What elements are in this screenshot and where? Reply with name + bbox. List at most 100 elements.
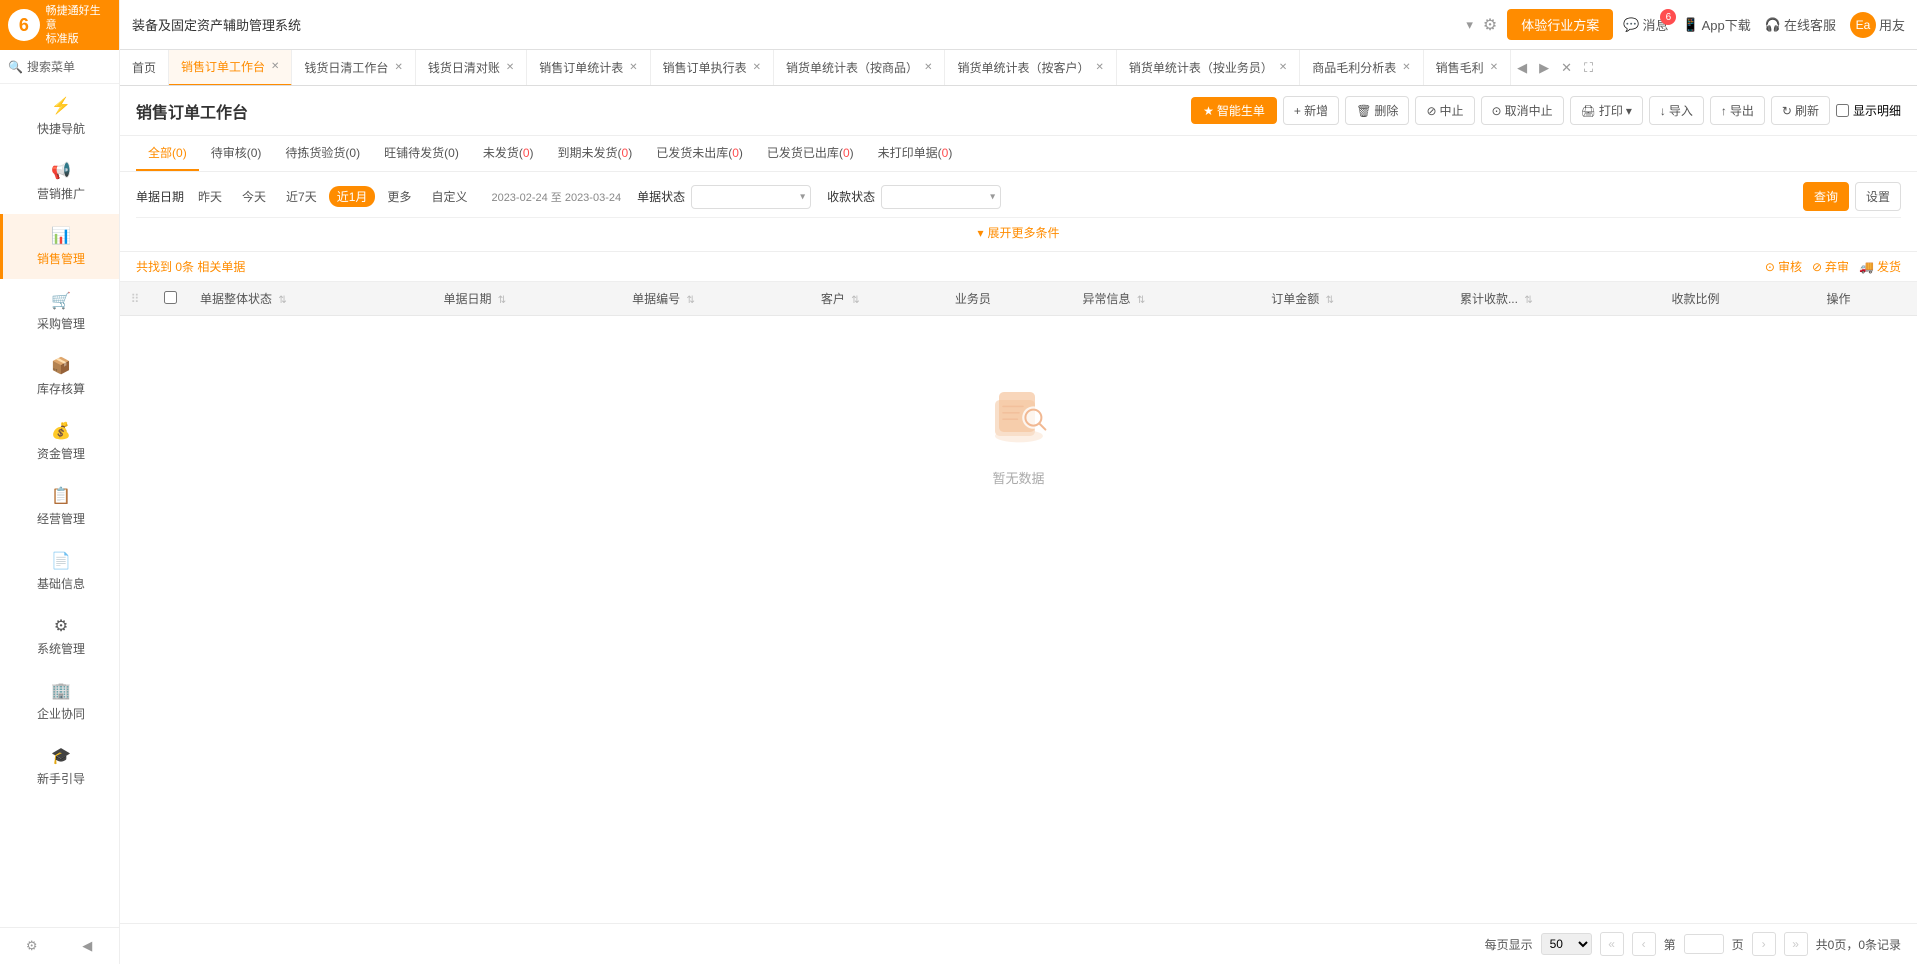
data-table: ⠿ 单据整体状态 ⇅ 单据日期 ⇅ 单据编号 [120, 282, 1917, 316]
date-1month[interactable]: 近1月 [329, 186, 376, 207]
filter-tab-not-printed[interactable]: 未打印单据(0) [866, 136, 965, 171]
tab-sales-single-customer[interactable]: 销货单统计表（按客户） ✕ [945, 50, 1116, 86]
tab-sales-workbench[interactable]: 销售订单工作台 ✕ [169, 50, 292, 86]
status-select[interactable] [691, 185, 811, 209]
tab-sales-profit[interactable]: 销售毛利 ✕ [1424, 50, 1511, 86]
payment-select[interactable] [881, 185, 1001, 209]
refresh-button[interactable]: ↻ 刷新 [1771, 96, 1830, 125]
sidebar-item-system[interactable]: ⚙ 系统管理 [0, 604, 119, 669]
expand-filters-button[interactable]: ▾ 展开更多条件 [136, 217, 1901, 241]
print-dropdown-icon[interactable]: ▾ [1626, 104, 1632, 118]
unapprove-button[interactable]: ⊘ 弃审 [1812, 258, 1849, 275]
show-detail-checkbox-label[interactable]: 显示明细 [1836, 102, 1901, 119]
last-page-button[interactable]: » [1784, 932, 1808, 956]
collapse-button[interactable]: ◀ [64, 938, 112, 954]
prev-page-button[interactable]: ‹ [1632, 932, 1656, 956]
cancel-suspend-button[interactable]: ⊙ 取消中止 [1481, 96, 1564, 125]
main-area: 装备及固定资产辅助管理系统 ▾ ⚙ 体验行业方案 💬 消息 6 📱 App下载 … [120, 0, 1917, 964]
tab-close-cash-daily[interactable]: ✕ [394, 62, 402, 73]
select-all-checkbox[interactable] [164, 291, 177, 304]
sidebar-item-inventory[interactable]: 📦 库存核算 [0, 344, 119, 409]
tab-cash-reconcile[interactable]: 钱货日清对账 ✕ [416, 50, 527, 86]
date-today[interactable]: 今天 [234, 186, 274, 207]
sidebar-search[interactable]: 🔍 搜索菜单 [0, 50, 119, 84]
smart-generate-button[interactable]: ★ 智能生单 [1191, 97, 1277, 124]
ship-button[interactable]: 🚚 发货 [1859, 258, 1901, 275]
tab-cash-daily[interactable]: 钱货日清工作台 ✕ [292, 50, 415, 86]
dropdown-icon[interactable]: ▾ [1466, 17, 1473, 33]
sidebar-item-finance[interactable]: 💰 资金管理 [0, 409, 119, 474]
sidebar-item-basic-info[interactable]: 📄 基础信息 [0, 539, 119, 604]
page-size-select[interactable]: 50 100 200 [1541, 933, 1592, 955]
import-button[interactable]: ↓ 导入 [1649, 96, 1704, 125]
settings-gear-button[interactable]: ⚙ [8, 938, 56, 954]
filter-tab-all[interactable]: 全部(0) [136, 136, 199, 171]
next-page-button[interactable]: › [1752, 932, 1776, 956]
date-7days[interactable]: 近7天 [278, 186, 325, 207]
tab-close-sales-stats[interactable]: ✕ [629, 62, 637, 73]
user-button[interactable]: Ea 用友 [1850, 12, 1905, 38]
date-sort-icon[interactable]: ⇅ [498, 295, 506, 306]
date-more[interactable]: 更多 [379, 186, 419, 207]
sidebar-item-newbie[interactable]: 🎓 新手引导 [0, 734, 119, 799]
tab-close-cash-reconcile[interactable]: ✕ [506, 62, 514, 73]
tab-close-sales-single-product[interactable]: ✕ [924, 62, 932, 73]
message-button[interactable]: 💬 消息 6 [1623, 15, 1668, 34]
first-page-button[interactable]: « [1600, 932, 1624, 956]
status-sort-icon[interactable]: ⇅ [278, 295, 286, 306]
filter-date-range: 2023-02-24 至 2023-03-24 [491, 189, 621, 205]
tab-expand-button[interactable]: ⛶ [1578, 60, 1599, 76]
tab-next-button[interactable]: ▶ [1533, 60, 1555, 76]
tab-close-sales-profit[interactable]: ✕ [1490, 62, 1498, 73]
tab-sales-single-staff[interactable]: 销货单统计表（按业务员） ✕ [1117, 50, 1300, 86]
customer-sort-icon[interactable]: ⇅ [851, 295, 859, 306]
sidebar-item-marketing[interactable]: 📢 营销推广 [0, 149, 119, 214]
tab-close-sales-single-staff[interactable]: ✕ [1279, 62, 1287, 73]
online-service-button[interactable]: 🎧 在线客服 [1765, 15, 1836, 34]
filter-tab-pending-inspect[interactable]: 待拣货验货(0) [273, 136, 372, 171]
industry-solution-button[interactable]: 体验行业方案 [1507, 9, 1613, 40]
exception-sort-icon[interactable]: ⇅ [1137, 295, 1145, 306]
amount-sort-icon[interactable]: ⇅ [1326, 295, 1334, 306]
filter-tab-pending-review[interactable]: 待审核(0) [199, 136, 274, 171]
date-yesterday[interactable]: 昨天 [190, 186, 230, 207]
filter-tab-shipped-out[interactable]: 已发货已出库(0) [755, 136, 866, 171]
filter-tab-shipped-not-out[interactable]: 已发货未出库(0) [644, 136, 755, 171]
number-sort-icon[interactable]: ⇅ [687, 295, 695, 306]
tab-sales-exec[interactable]: 销售订单执行表 ✕ [651, 50, 774, 86]
add-button[interactable]: + 新增 [1283, 96, 1339, 125]
date-custom[interactable]: 自定义 [423, 186, 475, 207]
finance-icon: 💰 [51, 421, 71, 441]
print-button[interactable]: 🖨 打印 ▾ [1570, 96, 1643, 125]
filter-tab-not-shipped[interactable]: 未发货(0) [471, 136, 546, 171]
tab-sales-stats[interactable]: 销售订单统计表 ✕ [527, 50, 650, 86]
filter-settings-button[interactable]: 设置 [1855, 182, 1901, 211]
tab-close-gross-margin[interactable]: ✕ [1402, 62, 1410, 73]
sidebar-item-quick-nav[interactable]: ⚡ 快捷导航 [0, 84, 119, 149]
settings-icon[interactable]: ⚙ [1483, 15, 1497, 35]
delete-button[interactable]: 🗑 删除 [1345, 96, 1409, 125]
tab-close-sales-exec[interactable]: ✕ [753, 62, 761, 73]
app-download-button[interactable]: 📱 App下载 [1682, 15, 1750, 34]
sidebar-item-sales[interactable]: 📊 销售管理 [0, 214, 119, 279]
page-number-input[interactable]: 1 [1684, 934, 1724, 954]
filter-tab-overdue[interactable]: 到期未发货(0) [546, 136, 645, 171]
tab-close-sales-workbench[interactable]: ✕ [271, 61, 279, 72]
show-detail-checkbox[interactable] [1836, 104, 1849, 117]
query-button[interactable]: 查询 [1803, 182, 1849, 211]
filter-tab-wangpu[interactable]: 旺铺待发货(0) [372, 136, 471, 171]
sidebar-item-purchase[interactable]: 🛒 采购管理 [0, 279, 119, 344]
export-button[interactable]: ↑ 导出 [1710, 96, 1765, 125]
collected-sort-icon[interactable]: ⇅ [1524, 295, 1532, 306]
tab-close-all-button[interactable]: ✕ [1555, 60, 1578, 76]
suspend-button[interactable]: ⊘ 中止 [1415, 96, 1474, 125]
tab-gross-margin[interactable]: 商品毛利分析表 ✕ [1300, 50, 1423, 86]
sidebar-item-operations[interactable]: 📋 经营管理 [0, 474, 119, 539]
sidebar-item-enterprise[interactable]: 🏢 企业协同 [0, 669, 119, 734]
approve-button[interactable]: ⊙ 审核 [1765, 258, 1802, 275]
marketing-icon: 📢 [51, 161, 71, 181]
tab-close-sales-single-customer[interactable]: ✕ [1095, 62, 1103, 73]
tab-home[interactable]: 首页 [120, 50, 169, 86]
tab-sales-single-product[interactable]: 销货单统计表（按商品） ✕ [774, 50, 945, 86]
tab-prev-button[interactable]: ◀ [1511, 60, 1533, 76]
